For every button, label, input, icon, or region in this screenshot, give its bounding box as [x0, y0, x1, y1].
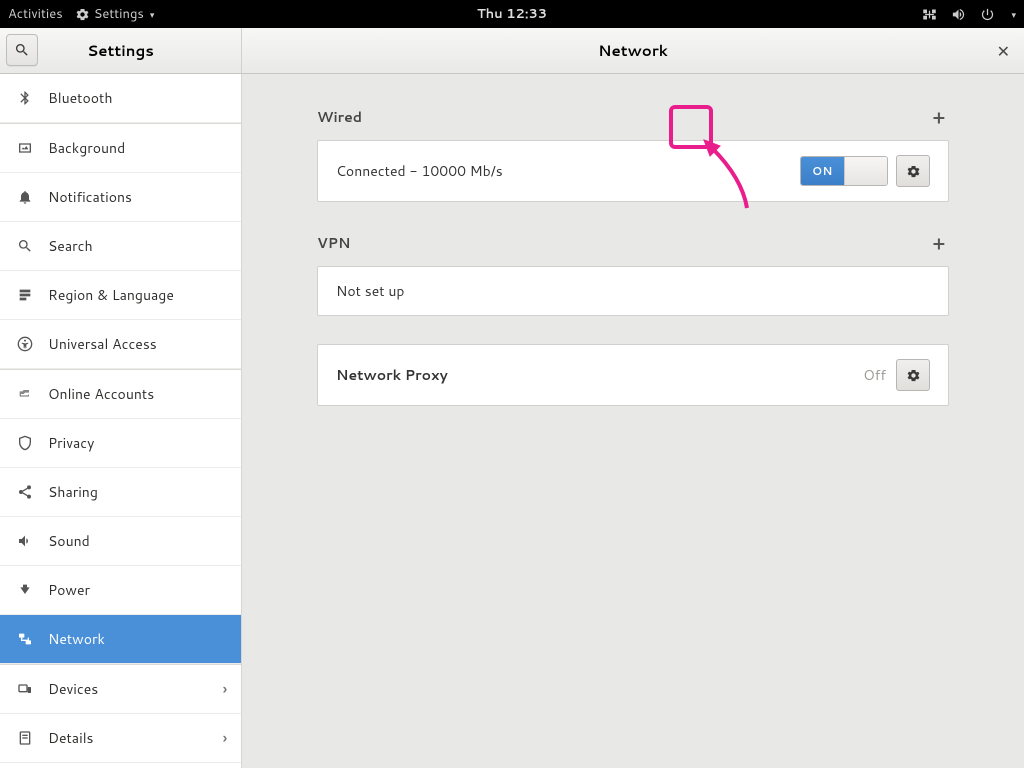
sidebar-item-background[interactable]: Background — [0, 123, 241, 173]
caret-down-icon: ▾ — [150, 8, 155, 21]
sidebar-item-label: Universal Access — [48, 334, 157, 354]
privacy-icon — [16, 435, 34, 451]
proxy-status: Off — [863, 365, 886, 385]
wired-switch[interactable]: ON — [800, 156, 888, 186]
wired-add-button[interactable]: + — [929, 104, 949, 130]
gnome-topbar: Activities Settings ▾ Thu 12:33 ▾ — [0, 0, 1024, 28]
search-icon — [16, 238, 34, 254]
proxy-heading: Network Proxy — [336, 365, 448, 385]
chevron-right-icon: › — [223, 679, 227, 699]
sidebar-item-universal-access[interactable]: Universal Access — [0, 320, 241, 369]
settings-app-icon — [75, 7, 90, 22]
sidebar-item-label: Region & Language — [48, 285, 174, 305]
main-panel: Wired + Connected - 10000 Mb/s ON VPN + — [242, 74, 1024, 768]
sidebar-item-label: Online Accounts — [48, 384, 154, 404]
power-icon — [16, 582, 34, 598]
devices-icon — [16, 681, 34, 697]
sidebar-item-label: Search — [48, 236, 93, 256]
sidebar-item-region-language[interactable]: Region & Language — [0, 271, 241, 320]
sidebar-item-online-accounts[interactable]: Online Accounts — [0, 369, 241, 419]
sidebar-item-label: Devices — [48, 679, 98, 699]
headerbar: Settings Network ✕ — [0, 28, 1024, 74]
search-icon — [14, 42, 30, 58]
activities-button[interactable]: Activities — [8, 5, 63, 23]
sound-icon — [16, 533, 34, 549]
content: Bluetooth Background Notifications Searc… — [0, 74, 1024, 768]
sidebar-item-search[interactable]: Search — [0, 222, 241, 271]
bluetooth-icon — [16, 90, 34, 106]
sidebar-item-label: Sound — [48, 531, 90, 551]
wired-heading: Wired — [317, 107, 362, 127]
sidebar-item-label: Privacy — [48, 433, 94, 453]
sidebar-item-sharing[interactable]: Sharing — [0, 468, 241, 517]
network-icon — [16, 631, 34, 647]
online-accounts-icon — [16, 386, 34, 402]
wired-settings-button[interactable] — [896, 155, 930, 187]
switch-knob — [844, 157, 887, 185]
sidebar-item-sound[interactable]: Sound — [0, 517, 241, 566]
vpn-add-button[interactable]: + — [929, 230, 949, 256]
app-menu[interactable]: Settings ▾ — [75, 5, 155, 23]
sidebar-item-label: Power — [48, 580, 90, 600]
accessibility-icon — [16, 336, 34, 352]
volume-indicator-icon[interactable] — [951, 7, 966, 22]
vpn-heading: VPN — [317, 233, 350, 253]
sidebar-item-notifications[interactable]: Notifications — [0, 173, 241, 222]
sidebar-item-label: Network — [48, 629, 105, 649]
sidebar: Bluetooth Background Notifications Searc… — [0, 74, 242, 768]
power-indicator-icon[interactable] — [980, 7, 995, 22]
sidebar-item-label: Bluetooth — [48, 88, 112, 108]
caret-down-icon: ▾ — [1011, 8, 1016, 21]
sidebar-item-devices[interactable]: Devices › — [0, 664, 241, 714]
sidebar-item-label: Background — [48, 138, 125, 158]
proxy-settings-button[interactable] — [896, 359, 930, 391]
sidebar-item-power[interactable]: Power — [0, 566, 241, 615]
sidebar-item-network[interactable]: Network — [0, 615, 241, 664]
sidebar-item-privacy[interactable]: Privacy — [0, 419, 241, 468]
page-title: Network — [598, 40, 668, 61]
sidebar-item-bluetooth[interactable]: Bluetooth — [0, 74, 241, 123]
vpn-section-header: VPN + — [317, 230, 949, 256]
proxy-card[interactable]: Network Proxy Off — [317, 344, 949, 406]
gear-icon — [906, 368, 921, 383]
gear-icon — [906, 164, 921, 179]
sidebar-item-label: Notifications — [48, 187, 132, 207]
vpn-card: Not set up — [317, 266, 949, 316]
clock[interactable]: Thu 12:33 — [477, 5, 547, 23]
wired-card: Connected - 10000 Mb/s ON — [317, 140, 949, 202]
sidebar-item-label: Details — [48, 728, 94, 748]
sidebar-item-details[interactable]: Details › — [0, 714, 241, 763]
wired-section-header: Wired + — [317, 104, 949, 130]
wired-status: Connected - 10000 Mb/s — [336, 161, 503, 181]
switch-on-label: ON — [801, 157, 844, 185]
network-indicator-icon[interactable] — [922, 7, 937, 22]
sidebar-title: Settings — [87, 40, 154, 61]
share-icon — [16, 484, 34, 500]
details-icon — [16, 730, 34, 746]
bell-icon — [16, 189, 34, 205]
vpn-status: Not set up — [336, 281, 404, 301]
region-icon — [16, 287, 34, 303]
chevron-right-icon: › — [223, 728, 227, 748]
search-button[interactable] — [6, 34, 38, 66]
close-button[interactable]: ✕ — [997, 40, 1010, 63]
sidebar-item-label: Sharing — [48, 482, 98, 502]
background-icon — [16, 140, 34, 156]
